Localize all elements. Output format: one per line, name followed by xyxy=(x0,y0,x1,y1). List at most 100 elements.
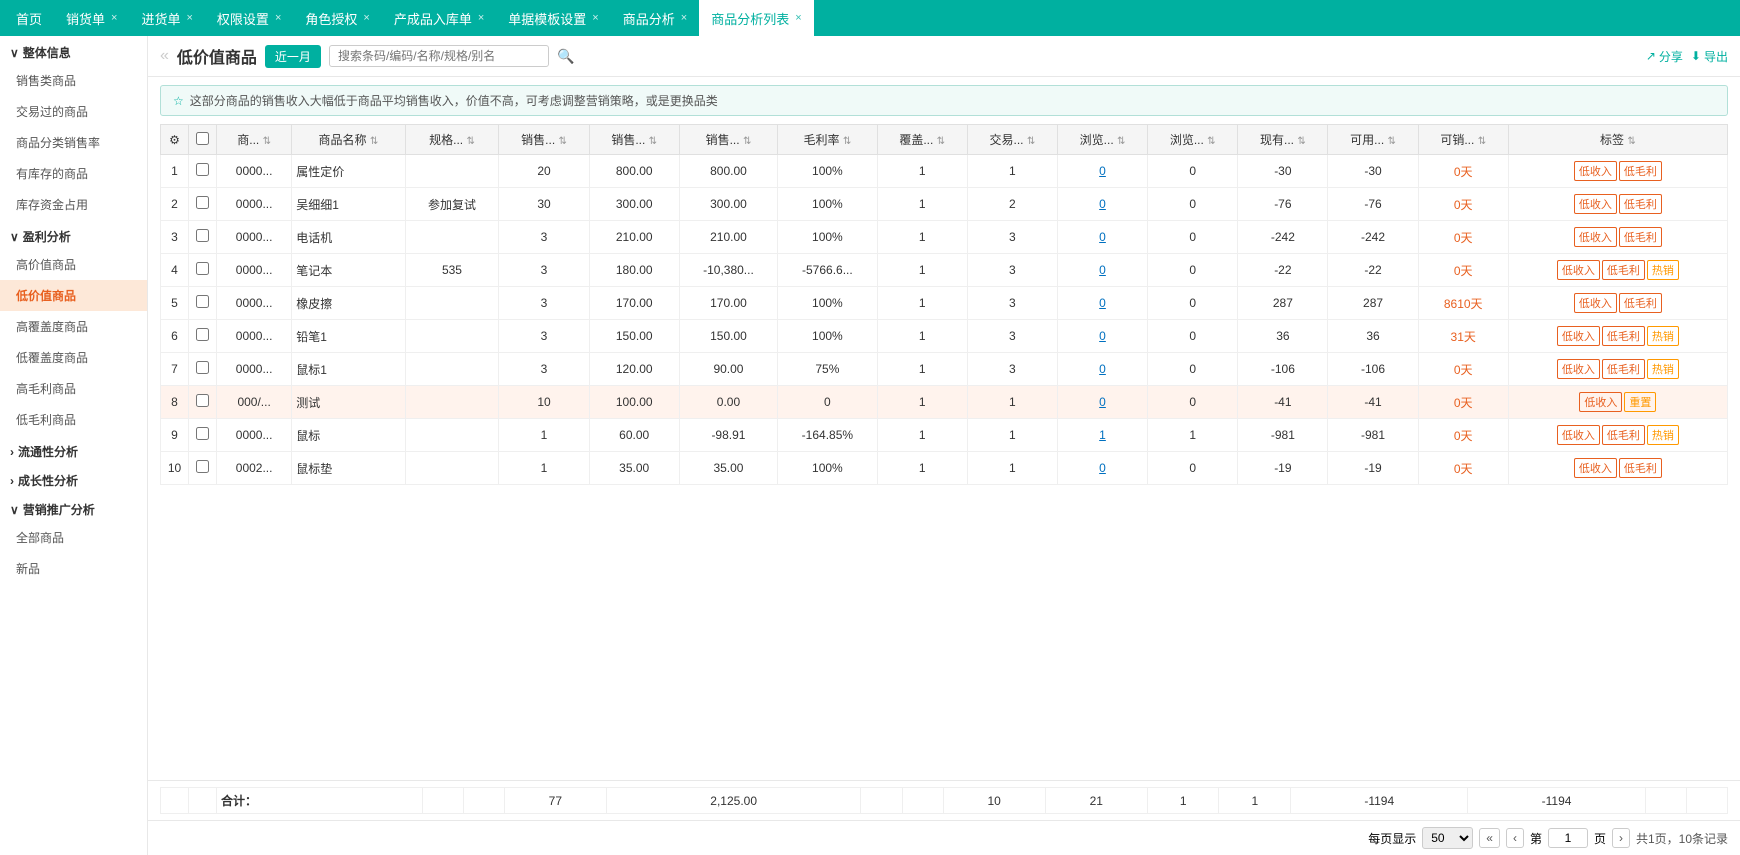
row-checkbox[interactable] xyxy=(189,386,217,419)
row-select-checkbox[interactable] xyxy=(196,262,209,275)
browse-link[interactable]: 0 xyxy=(1099,296,1106,310)
header-current[interactable]: 现有... ⇅ xyxy=(1238,125,1328,155)
close-icon[interactable]: × xyxy=(186,12,192,24)
header-gear[interactable]: ⚙ xyxy=(161,125,189,155)
header-trade[interactable]: 交易... ⇅ xyxy=(967,125,1057,155)
close-icon[interactable]: × xyxy=(478,12,484,24)
header-code[interactable]: 商... ⇅ xyxy=(217,125,292,155)
browse-link[interactable]: 0 xyxy=(1099,164,1106,178)
header-checkbox[interactable] xyxy=(189,125,217,155)
page-number-input[interactable] xyxy=(1548,828,1588,848)
row-checkbox[interactable] xyxy=(189,155,217,188)
row-select-checkbox[interactable] xyxy=(196,394,209,407)
sidebar-section-profit[interactable]: ∨ 盈利分析 xyxy=(0,220,147,249)
browse-link[interactable]: 1 xyxy=(1099,428,1106,442)
sidebar-item-high-margin[interactable]: 高毛利商品 xyxy=(0,373,147,404)
row-browse1[interactable]: 0 xyxy=(1057,353,1147,386)
row-select-checkbox[interactable] xyxy=(196,163,209,176)
header-margin[interactable]: 毛利率 ⇅ xyxy=(778,125,877,155)
row-browse1[interactable]: 0 xyxy=(1057,452,1147,485)
header-name[interactable]: 商品名称 ⇅ xyxy=(292,125,405,155)
row-select-checkbox[interactable] xyxy=(196,196,209,209)
first-page-button[interactable]: « xyxy=(1479,828,1500,848)
nav-role[interactable]: 角色授权 × xyxy=(293,0,381,36)
share-button[interactable]: ↗ 分享 xyxy=(1646,48,1683,65)
sidebar-section-growth[interactable]: › 成长性分析 xyxy=(0,464,147,493)
nav-home[interactable]: 首页 xyxy=(4,0,54,36)
row-select-checkbox[interactable] xyxy=(196,427,209,440)
row-browse1[interactable]: 0 xyxy=(1057,254,1147,287)
header-available[interactable]: 可用... ⇅ xyxy=(1328,125,1418,155)
sidebar-section-flow[interactable]: › 流通性分析 xyxy=(0,435,147,464)
browse-link[interactable]: 0 xyxy=(1099,461,1106,475)
export-button[interactable]: ⬇ 导出 xyxy=(1691,48,1728,65)
header-sales3[interactable]: 销售... ⇅ xyxy=(679,125,777,155)
row-browse1[interactable]: 0 xyxy=(1057,188,1147,221)
sidebar-item-high-coverage[interactable]: 高覆盖度商品 xyxy=(0,311,147,342)
header-browse2[interactable]: 浏览... ⇅ xyxy=(1148,125,1238,155)
sidebar-item-traded[interactable]: 交易过的商品 xyxy=(0,96,147,127)
sidebar-item-capital[interactable]: 库存资金占用 xyxy=(0,189,147,220)
collapse-button[interactable]: « xyxy=(160,47,169,65)
browse-link[interactable]: 0 xyxy=(1099,362,1106,376)
browse-link[interactable]: 0 xyxy=(1099,395,1106,409)
close-icon[interactable]: × xyxy=(363,12,369,24)
row-checkbox[interactable] xyxy=(189,221,217,254)
header-tags[interactable]: 标签 ⇅ xyxy=(1508,125,1727,155)
page-size-select[interactable]: 20 50 100 xyxy=(1422,827,1473,849)
sidebar-item-low-value[interactable]: 低价值商品 xyxy=(0,280,147,311)
close-icon[interactable]: × xyxy=(681,12,687,24)
sidebar-item-category-rate[interactable]: 商品分类销售率 xyxy=(0,127,147,158)
close-icon[interactable]: × xyxy=(111,12,117,24)
header-sales1[interactable]: 销售... ⇅ xyxy=(499,125,589,155)
row-checkbox[interactable] xyxy=(189,320,217,353)
row-select-checkbox[interactable] xyxy=(196,361,209,374)
row-select-checkbox[interactable] xyxy=(196,229,209,242)
header-browse1[interactable]: 浏览... ⇅ xyxy=(1057,125,1147,155)
next-page-button[interactable]: › xyxy=(1612,828,1630,848)
browse-link[interactable]: 0 xyxy=(1099,263,1106,277)
row-select-checkbox[interactable] xyxy=(196,295,209,308)
row-checkbox[interactable] xyxy=(189,419,217,452)
sidebar-section-overall[interactable]: ∨ 整体信息 xyxy=(0,36,147,65)
filter-recent-month[interactable]: 近一月 xyxy=(265,45,321,68)
row-checkbox[interactable] xyxy=(189,452,217,485)
row-browse1[interactable]: 0 xyxy=(1057,221,1147,254)
nav-analysis-list[interactable]: 商品分析列表 × xyxy=(699,0,813,36)
search-icon[interactable]: 🔍 xyxy=(557,48,574,65)
row-browse1[interactable]: 1 xyxy=(1057,419,1147,452)
row-browse1[interactable]: 0 xyxy=(1057,320,1147,353)
browse-link[interactable]: 0 xyxy=(1099,230,1106,244)
nav-inbound[interactable]: 产成品入库单 × xyxy=(382,0,496,36)
close-icon[interactable]: × xyxy=(275,12,281,24)
row-browse1[interactable]: 0 xyxy=(1057,287,1147,320)
sidebar-item-all-goods[interactable]: 全部商品 xyxy=(0,522,147,553)
browse-link[interactable]: 0 xyxy=(1099,329,1106,343)
row-select-checkbox[interactable] xyxy=(196,460,209,473)
header-saleable[interactable]: 可销... ⇅ xyxy=(1418,125,1508,155)
row-checkbox[interactable] xyxy=(189,287,217,320)
nav-purchase[interactable]: 进货单 × xyxy=(129,0,204,36)
sidebar-item-low-coverage[interactable]: 低覆盖度商品 xyxy=(0,342,147,373)
header-sales2[interactable]: 销售... ⇅ xyxy=(589,125,679,155)
sidebar-item-sales-goods[interactable]: 销售类商品 xyxy=(0,65,147,96)
row-checkbox[interactable] xyxy=(189,188,217,221)
row-checkbox[interactable] xyxy=(189,254,217,287)
nav-template[interactable]: 单据模板设置 × xyxy=(496,0,610,36)
row-select-checkbox[interactable] xyxy=(196,328,209,341)
select-all-checkbox[interactable] xyxy=(196,132,209,145)
nav-permission[interactable]: 权限设置 × xyxy=(205,0,293,36)
browse-link[interactable]: 0 xyxy=(1099,197,1106,211)
row-browse1[interactable]: 0 xyxy=(1057,155,1147,188)
header-coverage[interactable]: 覆盖... ⇅ xyxy=(877,125,967,155)
search-input[interactable] xyxy=(329,45,549,67)
sidebar-section-marketing[interactable]: ∨ 营销推广分析 xyxy=(0,493,147,522)
sidebar-item-low-margin[interactable]: 低毛利商品 xyxy=(0,404,147,435)
close-icon[interactable]: × xyxy=(795,12,801,24)
header-spec[interactable]: 规格... ⇅ xyxy=(405,125,499,155)
prev-page-button[interactable]: ‹ xyxy=(1506,828,1524,848)
nav-sales[interactable]: 销货单 × xyxy=(54,0,129,36)
sidebar-item-high-value[interactable]: 高价值商品 xyxy=(0,249,147,280)
sidebar-item-new-goods[interactable]: 新品 xyxy=(0,553,147,584)
sidebar-item-stock[interactable]: 有库存的商品 xyxy=(0,158,147,189)
